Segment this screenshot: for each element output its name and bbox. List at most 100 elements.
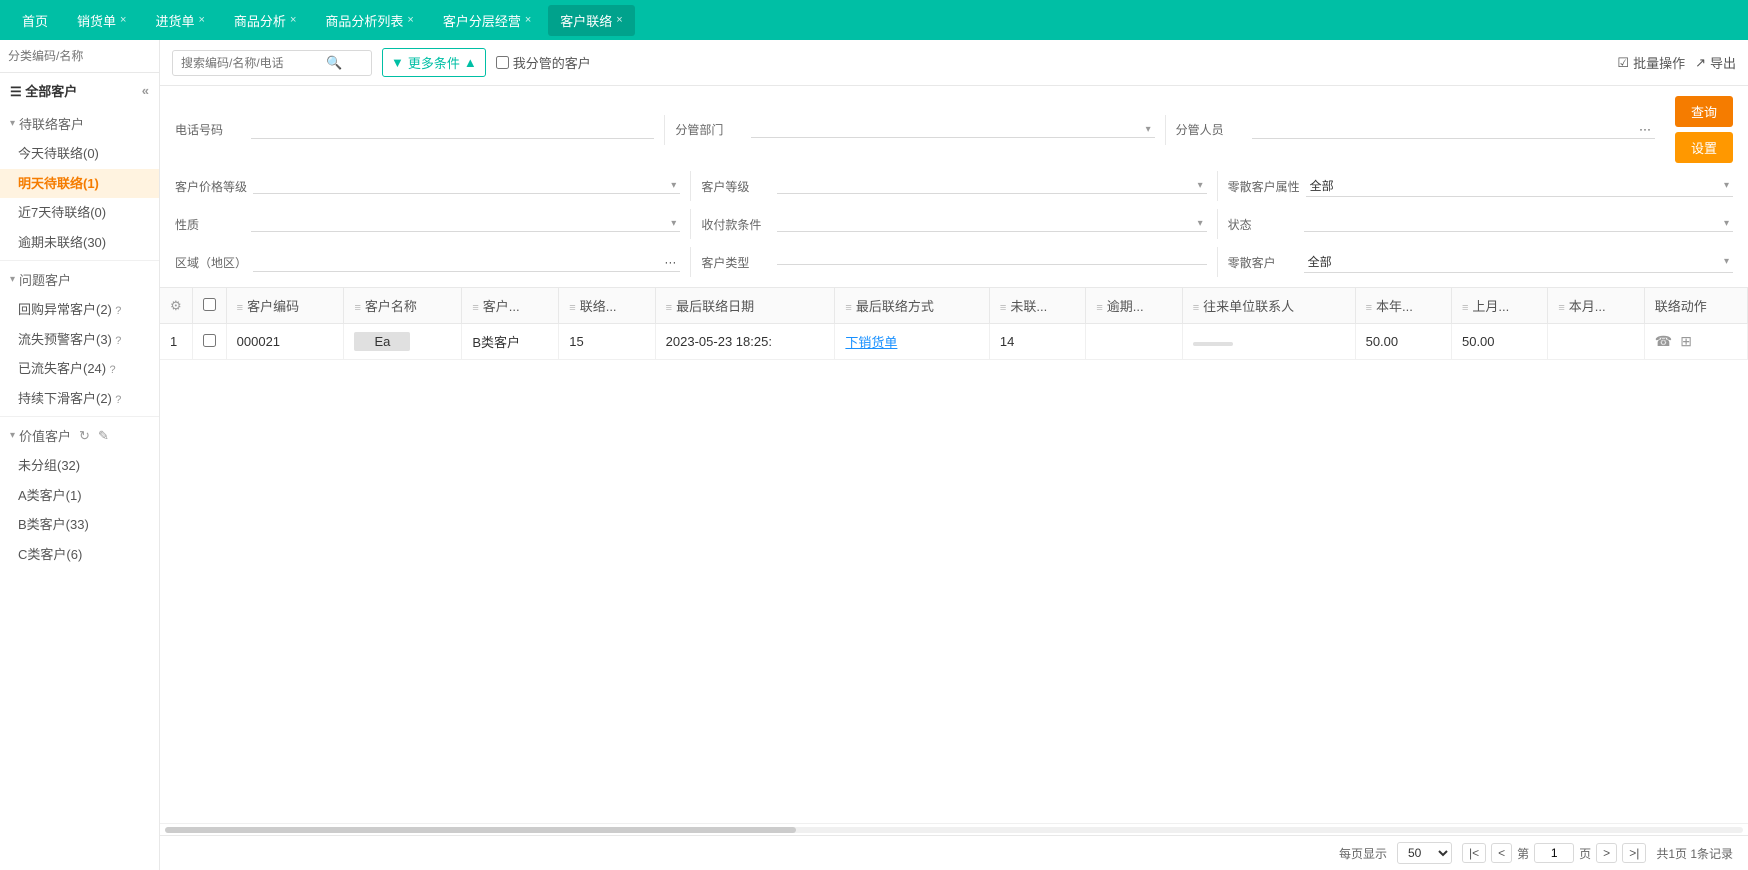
nature-select[interactable]: ▾ (251, 216, 680, 232)
close-icon[interactable]: × (616, 14, 622, 26)
col-unit-contact[interactable]: ≡往来单位联系人 (1182, 288, 1355, 324)
row-last-month: 50.00 (1451, 324, 1547, 360)
sidebar-item-class-c[interactable]: C类客户(6) (0, 540, 159, 570)
chevron-down-icon: ▾ (1146, 124, 1151, 135)
select-all-checkbox[interactable] (203, 298, 216, 311)
page-number-input[interactable] (1534, 843, 1574, 863)
sidebar-item-overdue-pending[interactable]: 逾期未联络(30) (0, 228, 159, 258)
row-contact-count: 15 (559, 324, 655, 360)
sidebar-item-7days-pending[interactable]: 近7天待联络(0) (0, 198, 159, 228)
search-box[interactable]: 🔍 (172, 50, 372, 76)
close-icon[interactable]: × (407, 14, 413, 26)
payment-label: 收付款条件 (701, 216, 771, 233)
region-select[interactable]: ··· (253, 253, 680, 272)
filter-retail-attr: 零散客户属性 全部 ▾ (1228, 175, 1733, 197)
retail-select[interactable]: 全部 ▾ (1304, 251, 1733, 273)
nature-label: 性质 (175, 216, 245, 233)
row-overdue (1086, 324, 1182, 360)
column-settings[interactable]: ⚙ (160, 288, 192, 324)
col-customer-name[interactable]: ≡客户名称 (344, 288, 462, 324)
col-this-month[interactable]: ≡本月... (1548, 288, 1644, 324)
search-icon[interactable]: 🔍 (326, 55, 342, 71)
sidebar-item-ungrouped[interactable]: 未分组(32) (0, 451, 159, 481)
chevron-down-icon: ▾ (1198, 180, 1203, 191)
person-select[interactable]: ··· (1252, 120, 1655, 139)
customer-type-select[interactable] (777, 260, 1206, 265)
col-last-contact-method[interactable]: ≡最后联络方式 (835, 288, 990, 324)
row-customer-code: 000021 (226, 324, 344, 360)
scrollbar-thumb[interactable] (165, 827, 796, 833)
sidebar-item-class-a[interactable]: A类客户(1) (0, 481, 159, 511)
first-page-button[interactable]: |< (1462, 843, 1486, 863)
nav-customer-tier[interactable]: 客户分层经营 × (431, 5, 543, 36)
sidebar-item-lost-warning[interactable]: 流失预警客户(3) ? (0, 325, 159, 355)
dots-icon[interactable]: ··· (664, 255, 676, 269)
col-unlisted[interactable]: ≡未联... (989, 288, 1085, 324)
close-icon[interactable]: × (290, 14, 296, 26)
search-input[interactable] (181, 56, 321, 70)
checkbox-icon: ☑ (1617, 55, 1629, 71)
price-level-select[interactable]: ▾ (253, 178, 680, 194)
sidebar-item-declining[interactable]: 持续下滑客户(2) ? (0, 384, 159, 414)
set-button[interactable]: 设置 (1675, 132, 1733, 163)
last-page-button[interactable]: >| (1622, 843, 1646, 863)
nav-product-analysis-list[interactable]: 商品分析列表 × (313, 5, 425, 36)
col-customer-code[interactable]: ≡客户编码 (226, 288, 344, 324)
customer-level-select[interactable]: ▾ (777, 178, 1206, 194)
my-customers-checkbox[interactable]: 我分管的客户 (496, 53, 591, 72)
customer-level-label: 客户等级 (701, 178, 771, 195)
col-last-month[interactable]: ≡上月... (1451, 288, 1547, 324)
dept-select[interactable]: ▾ (751, 122, 1154, 138)
phone-label: 电话号码 (175, 121, 245, 138)
col-overdue[interactable]: ≡逾期... (1086, 288, 1182, 324)
chevron-down-icon: ▾ (1724, 256, 1729, 267)
region-label: 区域（地区） (175, 254, 247, 271)
sidebar-group-pending[interactable]: 待联络客户 (0, 108, 159, 139)
my-customers-check[interactable] (496, 56, 509, 69)
retail-attr-select[interactable]: 全部 ▾ (1306, 175, 1733, 197)
prev-page-button[interactable]: < (1491, 843, 1512, 863)
query-button[interactable]: 查询 (1675, 96, 1733, 127)
col-this-year[interactable]: ≡本年... (1355, 288, 1451, 324)
nav-purchase-order[interactable]: 进货单 × (143, 5, 216, 36)
price-level-label: 客户价格等级 (175, 178, 247, 195)
col-last-contact-date[interactable]: ≡最后联络日期 (655, 288, 835, 324)
horizontal-scrollbar[interactable] (160, 823, 1748, 835)
contact-icon[interactable]: ☎ (1655, 333, 1672, 350)
sidebar-item-class-b[interactable]: B类客户(33) (0, 510, 159, 540)
close-icon[interactable]: × (525, 14, 531, 26)
sidebar-item-tomorrow-pending[interactable]: 明天待联络(1) (0, 169, 159, 199)
grid-icon[interactable]: ⊞ (1680, 333, 1692, 350)
phone-input[interactable] (251, 120, 654, 139)
status-select[interactable]: ▾ (1304, 216, 1733, 232)
top-navigation: 首页 销货单 × 进货单 × 商品分析 × 商品分析列表 × 客户分层经营 × … (0, 0, 1748, 40)
close-icon[interactable]: × (198, 14, 204, 26)
sidebar-item-repurchase-abnormal[interactable]: 回购异常客户(2) ? (0, 295, 159, 325)
row-select-checkbox[interactable] (203, 334, 216, 347)
batch-operation-button[interactable]: ☑ 批量操作 (1617, 53, 1685, 72)
close-icon[interactable]: × (120, 14, 126, 26)
payment-select[interactable]: ▾ (777, 216, 1206, 232)
next-page-button[interactable]: > (1596, 843, 1617, 863)
col-contact-count[interactable]: ≡联络... (559, 288, 655, 324)
sidebar-search-input[interactable] (8, 49, 160, 63)
dots-icon[interactable]: ··· (1639, 122, 1651, 136)
sidebar-item-lost[interactable]: 已流失客户(24) ? (0, 354, 159, 384)
page-size-select[interactable]: 50 100 200 (1397, 842, 1452, 864)
row-checkbox[interactable] (192, 324, 226, 360)
nav-customer-contact[interactable]: 客户联络 × (548, 5, 634, 36)
nav-home[interactable]: 首页 (10, 5, 60, 36)
more-filter-button[interactable]: ▼ 更多条件 ▲ (382, 48, 486, 77)
filter-row-1: 电话号码 分管部门 ▾ 分管人员 ··· (175, 96, 1733, 163)
collapse-icon[interactable]: « (142, 83, 149, 98)
nav-sales-order[interactable]: 销货单 × (65, 5, 138, 36)
column-checkbox[interactable] (192, 288, 226, 324)
col-customer-type[interactable]: ≡客户... (462, 288, 559, 324)
sidebar-group-value[interactable]: 价值客户 ↻ ✎ (0, 420, 159, 451)
retail-attr-label: 零散客户属性 (1228, 178, 1300, 195)
footer: 每页显示 50 100 200 |< < 第 页 > >| 共1页 1条记录 (160, 835, 1748, 870)
export-button[interactable]: ↗ 导出 (1695, 53, 1736, 72)
nav-product-analysis[interactable]: 商品分析 × (222, 5, 308, 36)
sidebar-item-today-pending[interactable]: 今天待联络(0) (0, 139, 159, 169)
sidebar-group-problem[interactable]: 问题客户 (0, 264, 159, 295)
